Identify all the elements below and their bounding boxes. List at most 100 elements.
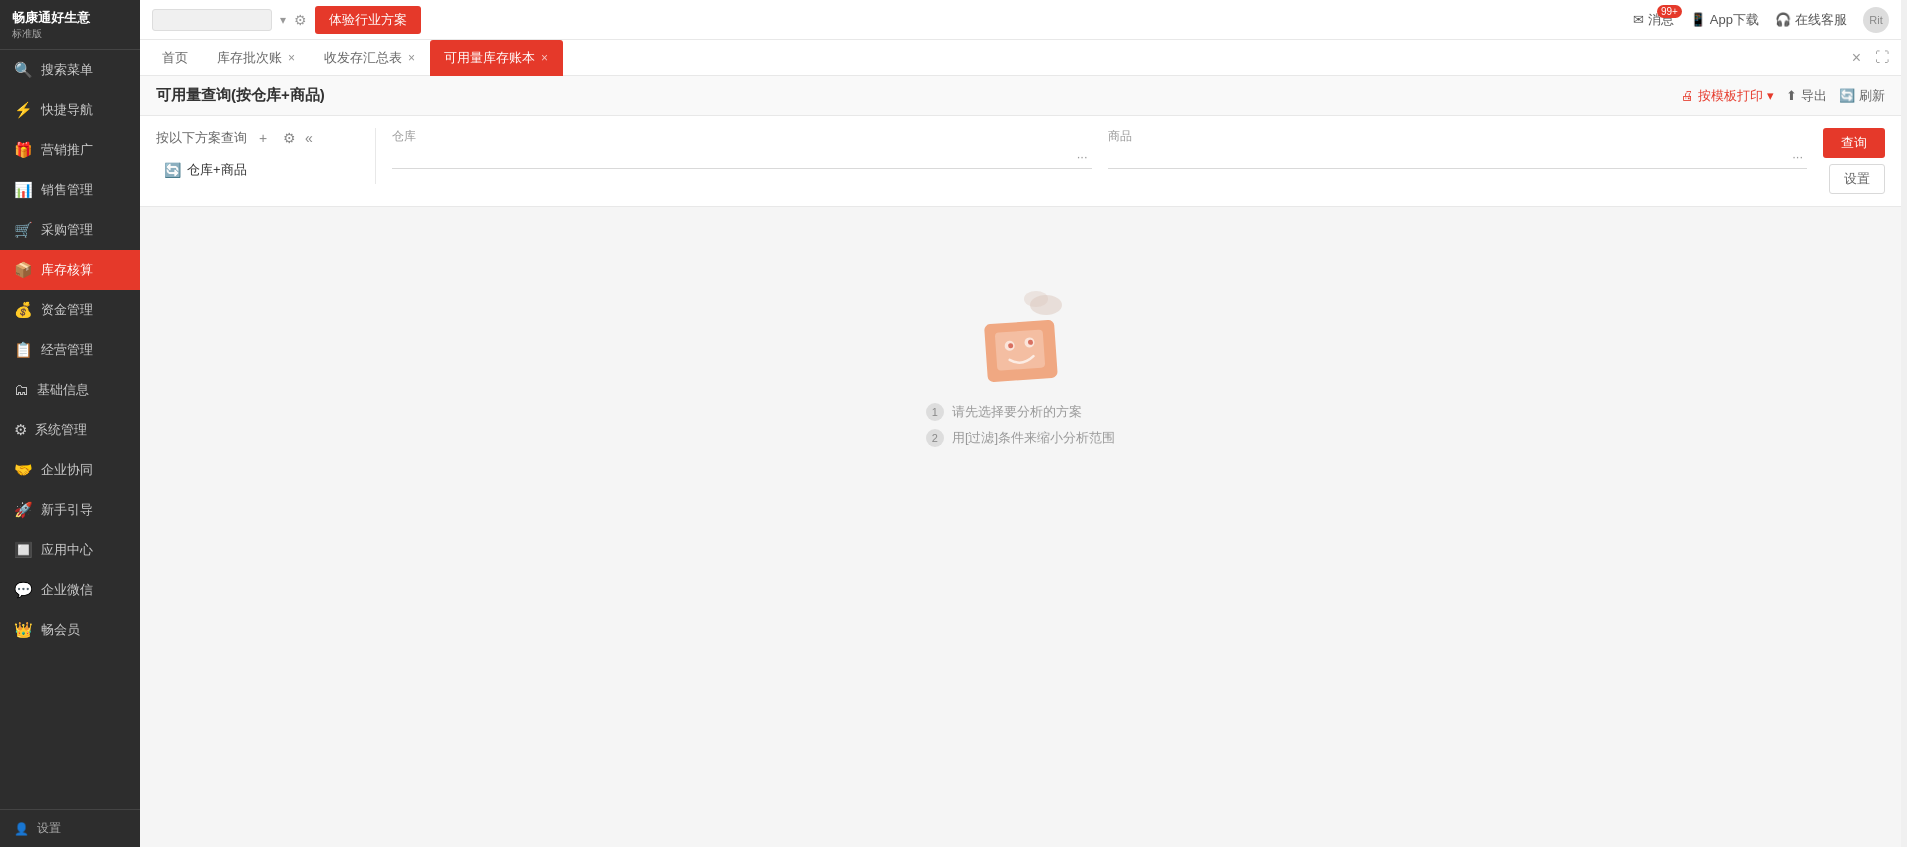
tab-inventory-summary-close[interactable]: × — [408, 51, 415, 65]
message-icon: ✉ — [1633, 12, 1644, 27]
sidebar-item-new-guide[interactable]: 🚀 新手引导 — [0, 490, 140, 530]
export-button[interactable]: ⬆ 导出 — [1786, 87, 1827, 105]
sidebar-item-marketing[interactable]: 🎁 营销推广 — [0, 130, 140, 170]
goods-field-label: 商品 — [1108, 128, 1808, 145]
setting-button[interactable]: 设置 — [1829, 164, 1885, 194]
tab-batch-account-close[interactable]: × — [288, 51, 295, 65]
empty-state: 1 请先选择要分析的方案 2 用[过滤]条件来缩小分析范围 — [140, 207, 1901, 527]
right-edge-bar — [1901, 0, 1907, 847]
sidebar-item-finance[interactable]: 💰 资金管理 — [0, 290, 140, 330]
tab-inventory-summary[interactable]: 收发存汇总表 × — [310, 40, 430, 76]
app-download-button[interactable]: 📱 App下载 — [1690, 11, 1759, 29]
top-header: ▾ ⚙ 体验行业方案 ✉ 消息 99+ 📱 App下载 🎧 在线客服 Rit — [140, 0, 1901, 40]
sidebar-item-inventory[interactable]: 📦 库存核算 — [0, 250, 140, 290]
sidebar: 畅康通好生意 标准版 🔍 搜索菜单 ⚡ 快捷导航 🎁 营销推广 📊 销售管理 🛒… — [0, 0, 140, 847]
goods-input[interactable] — [1108, 149, 1789, 164]
sidebar-item-search[interactable]: 🔍 搜索菜单 — [0, 50, 140, 90]
breadcrumb-input[interactable] — [152, 9, 272, 31]
svg-point-1 — [1024, 291, 1048, 307]
query-button[interactable]: 查询 — [1823, 128, 1885, 158]
user-avatar[interactable]: Rit — [1863, 7, 1889, 33]
crown-icon: 👑 — [14, 621, 33, 639]
sidebar-item-system[interactable]: ⚙ 系统管理 — [0, 410, 140, 450]
sidebar-bottom-label: 设置 — [37, 820, 61, 837]
refresh-button[interactable]: 🔄 刷新 — [1839, 87, 1885, 105]
sidebar-item-label: 应用中心 — [41, 541, 93, 559]
tab-batch-account-label: 库存批次账 — [217, 49, 282, 67]
sidebar-bottom-icon: 👤 — [14, 822, 29, 836]
sidebar-item-label: 销售管理 — [41, 181, 93, 199]
settings-icon[interactable]: ⚙ — [294, 12, 307, 28]
message-badge: 99+ — [1657, 5, 1682, 18]
sidebar-item-operations[interactable]: 📋 经营管理 — [0, 330, 140, 370]
sidebar-item-enterprise-wx[interactable]: 💬 企业微信 — [0, 570, 140, 610]
tab-batch-account[interactable]: 库存批次账 × — [203, 40, 310, 76]
goods-more-button[interactable]: ··· — [1788, 149, 1807, 164]
sidebar-item-sales[interactable]: 📊 销售管理 — [0, 170, 140, 210]
tab-home[interactable]: 首页 — [148, 40, 203, 76]
sidebar-item-purchase[interactable]: 🛒 采购管理 — [0, 210, 140, 250]
box-icon: 📦 — [14, 261, 33, 279]
sidebar-item-label: 资金管理 — [41, 301, 93, 319]
chart-icon: 📊 — [14, 181, 33, 199]
chat-icon: 💬 — [14, 581, 33, 599]
scheme-item-warehouse-goods[interactable]: 🔄 仓库+商品 — [156, 156, 363, 184]
tab-available-ledger-close[interactable]: × — [541, 51, 548, 65]
sidebar-item-basic-info[interactable]: 🗂 基础信息 — [0, 370, 140, 410]
money-icon: 💰 — [14, 301, 33, 319]
scheme-settings-button[interactable]: ⚙ — [279, 128, 299, 148]
sidebar-logo: 畅康通好生意 标准版 — [0, 0, 140, 50]
add-scheme-button[interactable]: + — [253, 128, 273, 148]
cart-icon: 🛒 — [14, 221, 33, 239]
tab-available-ledger-label: 可用量库存账本 — [444, 49, 535, 67]
query-actions: 查询 设置 — [1823, 128, 1885, 194]
phone-icon: 📱 — [1690, 12, 1706, 27]
message-button[interactable]: ✉ 消息 99+ — [1633, 11, 1674, 29]
setting-icon: ⚙ — [283, 130, 296, 146]
query-area: 按以下方案查询 + ⚙ « 🔄 仓库+商品 仓库 — [140, 116, 1901, 207]
query-left-panel: 按以下方案查询 + ⚙ « 🔄 仓库+商品 — [156, 128, 376, 184]
print-dropdown-icon[interactable]: ▾ — [1767, 88, 1774, 103]
sidebar-item-label: 经营管理 — [41, 341, 93, 359]
warehouse-field-label: 仓库 — [392, 128, 1092, 145]
gear-icon: ⚙ — [14, 421, 27, 439]
warehouse-more-button[interactable]: ··· — [1073, 149, 1092, 164]
fullscreen-button[interactable]: ⛶ — [1871, 49, 1893, 67]
sidebar-item-label: 企业微信 — [41, 581, 93, 599]
collapse-button[interactable]: « — [305, 130, 313, 146]
trial-industry-button[interactable]: 体验行业方案 — [315, 6, 421, 34]
page-content: 可用量查询(按仓库+商品) 🖨 按模板打印 ▾ ⬆ 导出 🔄 刷新 — [140, 76, 1901, 847]
sidebar-bottom[interactable]: 👤 设置 — [0, 809, 140, 847]
refresh-label: 刷新 — [1859, 87, 1885, 105]
print-template-button[interactable]: 🖨 按模板打印 ▾ — [1681, 87, 1774, 105]
tab-available-ledger[interactable]: 可用量库存账本 × — [430, 40, 563, 76]
tab-home-label: 首页 — [162, 49, 188, 67]
sidebar-item-label: 企业协同 — [41, 461, 93, 479]
logo-title: 畅康通好生意 — [12, 10, 128, 27]
export-label: 导出 — [1801, 87, 1827, 105]
folder-icon: 🗂 — [14, 381, 29, 398]
warehouse-input[interactable] — [392, 149, 1073, 164]
page-header-bar: 可用量查询(按仓库+商品) 🖨 按模板打印 ▾ ⬆ 导出 🔄 刷新 — [140, 76, 1901, 116]
clipboard-icon: 📋 — [14, 341, 33, 359]
online-service-button[interactable]: 🎧 在线客服 — [1775, 11, 1847, 29]
sidebar-item-enterprise-coop[interactable]: 🤝 企业协同 — [0, 450, 140, 490]
export-icon: ⬆ — [1786, 88, 1797, 103]
dropdown-icon[interactable]: ▾ — [280, 13, 286, 27]
svg-rect-3 — [994, 329, 1045, 370]
sidebar-item-label: 系统管理 — [35, 421, 87, 439]
add-icon: + — [259, 130, 267, 146]
sidebar-item-app-center[interactable]: 🔲 应用中心 — [0, 530, 140, 570]
sidebar-item-shortcut[interactable]: ⚡ 快捷导航 — [0, 90, 140, 130]
shortcut-icon: ⚡ — [14, 101, 33, 119]
tabs-bar-right: × ⛶ — [1848, 49, 1893, 67]
close-all-tabs-button[interactable]: × — [1848, 49, 1865, 67]
goods-input-row: ··· — [1108, 149, 1808, 169]
empty-hint-1: 1 请先选择要分析的方案 — [926, 403, 1115, 421]
sidebar-item-label: 畅会员 — [41, 621, 80, 639]
sidebar-item-member[interactable]: 👑 畅会员 — [0, 610, 140, 650]
app-download-label: App下载 — [1710, 11, 1759, 29]
sidebar-item-label: 营销推广 — [41, 141, 93, 159]
empty-illustration — [961, 287, 1081, 387]
tab-inventory-summary-label: 收发存汇总表 — [324, 49, 402, 67]
